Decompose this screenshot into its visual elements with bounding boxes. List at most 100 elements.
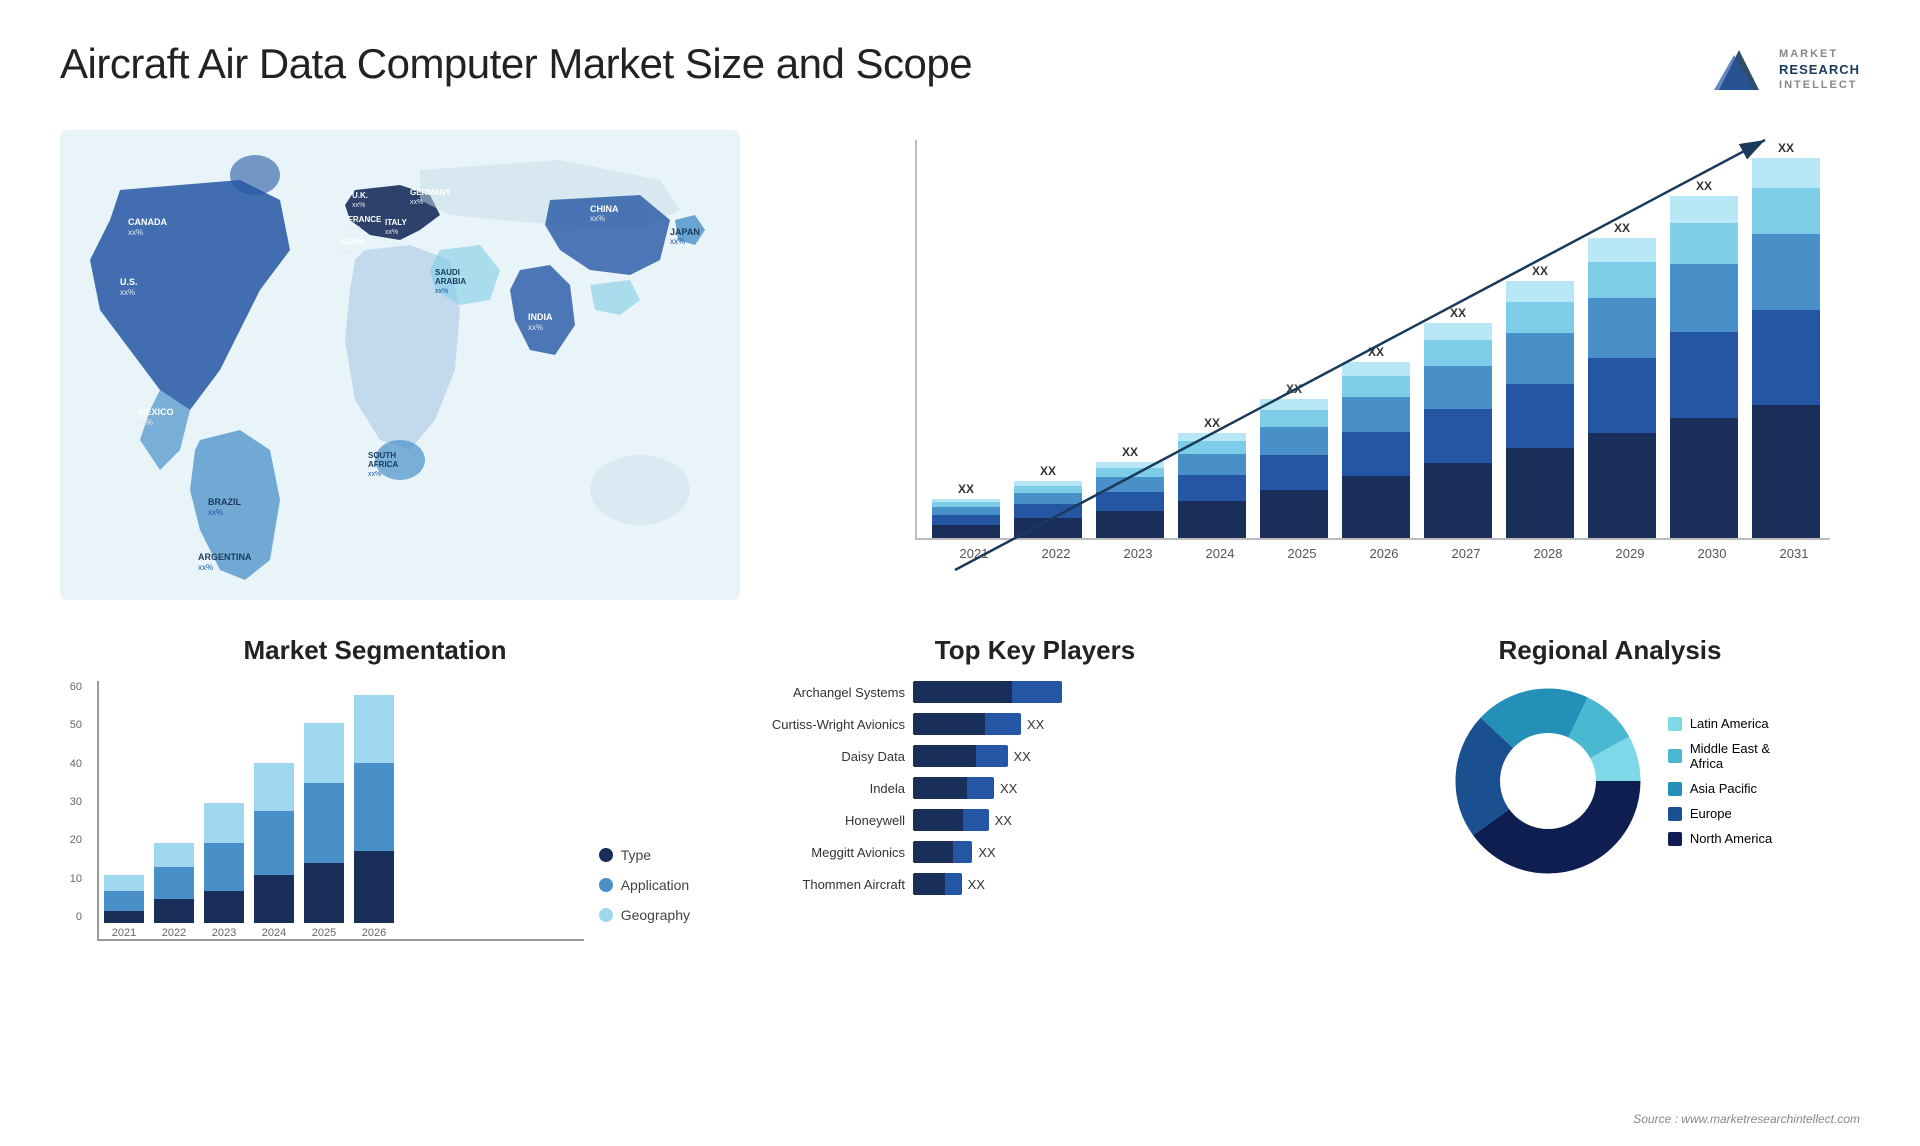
bar-group-2030: XX — [1670, 179, 1738, 538]
player-row-5: Meggitt AvionicsXX — [740, 841, 1330, 863]
bar-seg-0 — [1178, 501, 1246, 538]
svg-text:xx%: xx% — [670, 237, 685, 246]
bar-seg-4 — [1752, 158, 1820, 188]
bar-seg-3 — [1014, 486, 1082, 493]
svg-text:SAUDI: SAUDI — [435, 268, 460, 277]
player-seg-1 — [967, 777, 994, 799]
player-xx-6: XX — [968, 877, 985, 892]
seg-seg-1 — [304, 783, 344, 863]
bar-seg-0 — [1424, 463, 1492, 538]
legend-label-europe: Europe — [1690, 806, 1732, 821]
bar-seg-0 — [1014, 518, 1082, 538]
player-xx-2: XX — [1014, 749, 1031, 764]
player-bar-stack-6 — [913, 873, 962, 895]
bar-stack-2026 — [1342, 362, 1410, 538]
svg-text:xx%: xx% — [128, 228, 143, 237]
svg-text:BRAZIL: BRAZIL — [208, 497, 241, 507]
bar-stack-2030 — [1670, 196, 1738, 538]
bar-seg-1 — [1014, 504, 1082, 518]
bar-seg-1 — [932, 515, 1000, 525]
regional-panel: Regional Analysis — [1360, 635, 1860, 941]
bar-seg-2 — [1260, 427, 1328, 455]
seg-xlabel-0: 2021 — [112, 927, 136, 939]
bar-seg-0 — [1588, 433, 1656, 538]
svg-text:SOUTH: SOUTH — [368, 451, 396, 460]
legend-latin-america: Latin America — [1668, 716, 1772, 731]
bar-seg-3 — [1342, 376, 1410, 397]
bar-group-2025: XX — [1260, 382, 1328, 538]
seg-seg-0 — [354, 851, 394, 923]
svg-text:ARABIA: ARABIA — [435, 277, 466, 286]
player-bar-stack-3 — [913, 777, 994, 799]
seg-stack-1 — [154, 843, 194, 923]
bar-seg-3 — [1424, 340, 1492, 366]
seg-xlabel-4: 2025 — [312, 927, 336, 939]
seg-seg-0 — [304, 863, 344, 923]
svg-text:xx%: xx% — [410, 199, 423, 206]
bar-xlabel-2029: 2029 — [1596, 546, 1664, 561]
player-seg-0 — [913, 873, 945, 895]
seg-stack-2 — [204, 803, 244, 923]
player-name-5: Meggitt Avionics — [740, 845, 905, 860]
bar-seg-2 — [1096, 477, 1164, 492]
bar-seg-2 — [1670, 264, 1738, 332]
seg-xlabel-1: 2022 — [162, 927, 186, 939]
bar-xx-2030: XX — [1696, 179, 1712, 193]
seg-seg-2 — [204, 803, 244, 843]
bar-seg-1 — [1752, 310, 1820, 405]
logo-container: MARKET RESEARCH INTELLECT — [1709, 40, 1860, 100]
bar-seg-0 — [932, 525, 1000, 538]
svg-text:U.S.: U.S. — [120, 277, 138, 287]
player-seg-0 — [913, 777, 967, 799]
legend-dot-na — [1668, 832, 1682, 846]
player-row-2: Daisy DataXX — [740, 745, 1330, 767]
bar-group-2027: XX — [1424, 306, 1492, 538]
legend-label-app: Application — [621, 877, 690, 893]
bar-xx-2028: XX — [1532, 264, 1548, 278]
bar-xx-2022: XX — [1040, 464, 1056, 478]
seg-seg-2 — [104, 875, 144, 891]
svg-text:xx%: xx% — [352, 202, 365, 209]
bar-seg-2 — [1424, 366, 1492, 409]
player-name-0: Archangel Systems — [740, 685, 905, 700]
bar-xlabel-2028: 2028 — [1514, 546, 1582, 561]
bar-seg-0 — [1096, 511, 1164, 538]
svg-text:SPAIN: SPAIN — [340, 238, 364, 247]
bar-xx-2029: XX — [1614, 221, 1630, 235]
bar-group-2029: XX — [1588, 221, 1656, 538]
seg-seg-1 — [354, 763, 394, 851]
player-seg-0 — [913, 745, 976, 767]
key-players-list: Archangel SystemsCurtiss-Wright Avionics… — [740, 681, 1330, 895]
bar-seg-1 — [1588, 358, 1656, 433]
legend-apac: Asia Pacific — [1668, 781, 1772, 796]
seg-bar-group-2: 2023 — [204, 803, 244, 939]
player-bar-wrap-4: XX — [913, 809, 1012, 831]
player-seg-1 — [1012, 681, 1062, 703]
seg-seg-0 — [154, 899, 194, 923]
player-bar-wrap-0 — [913, 681, 1062, 703]
bar-chart-area: XXXXXXXXXXXXXXXXXXXXXX 20212022202320242… — [895, 130, 1860, 620]
bar-stack-2023 — [1096, 462, 1164, 538]
svg-text:xx%: xx% — [368, 471, 381, 478]
svg-text:GERMANY: GERMANY — [410, 188, 452, 197]
legend-label-type: Type — [621, 847, 651, 863]
seg-legend: Type Application Geography — [599, 847, 690, 941]
svg-text:xx%: xx% — [348, 226, 361, 233]
bar-seg-0 — [1342, 476, 1410, 538]
bar-xx-2024: XX — [1204, 416, 1220, 430]
bar-stack-2024 — [1178, 433, 1246, 538]
donut-chart — [1448, 681, 1648, 881]
legend-label-geo: Geography — [621, 907, 690, 923]
logo-icon — [1709, 40, 1769, 100]
player-seg-1 — [945, 873, 961, 895]
key-players-title: Top Key Players — [740, 635, 1330, 666]
legend-dot-latin — [1668, 717, 1682, 731]
seg-seg-1 — [154, 867, 194, 899]
logo-text: MARKET RESEARCH INTELLECT — [1779, 47, 1860, 92]
bar-group-2021: XX — [932, 482, 1000, 538]
bar-stack-2029 — [1588, 238, 1656, 538]
bar-group-2024: XX — [1178, 416, 1246, 538]
bar-group-2028: XX — [1506, 264, 1574, 538]
player-seg-0 — [913, 841, 953, 863]
bar-xx-2031: XX — [1778, 141, 1794, 155]
